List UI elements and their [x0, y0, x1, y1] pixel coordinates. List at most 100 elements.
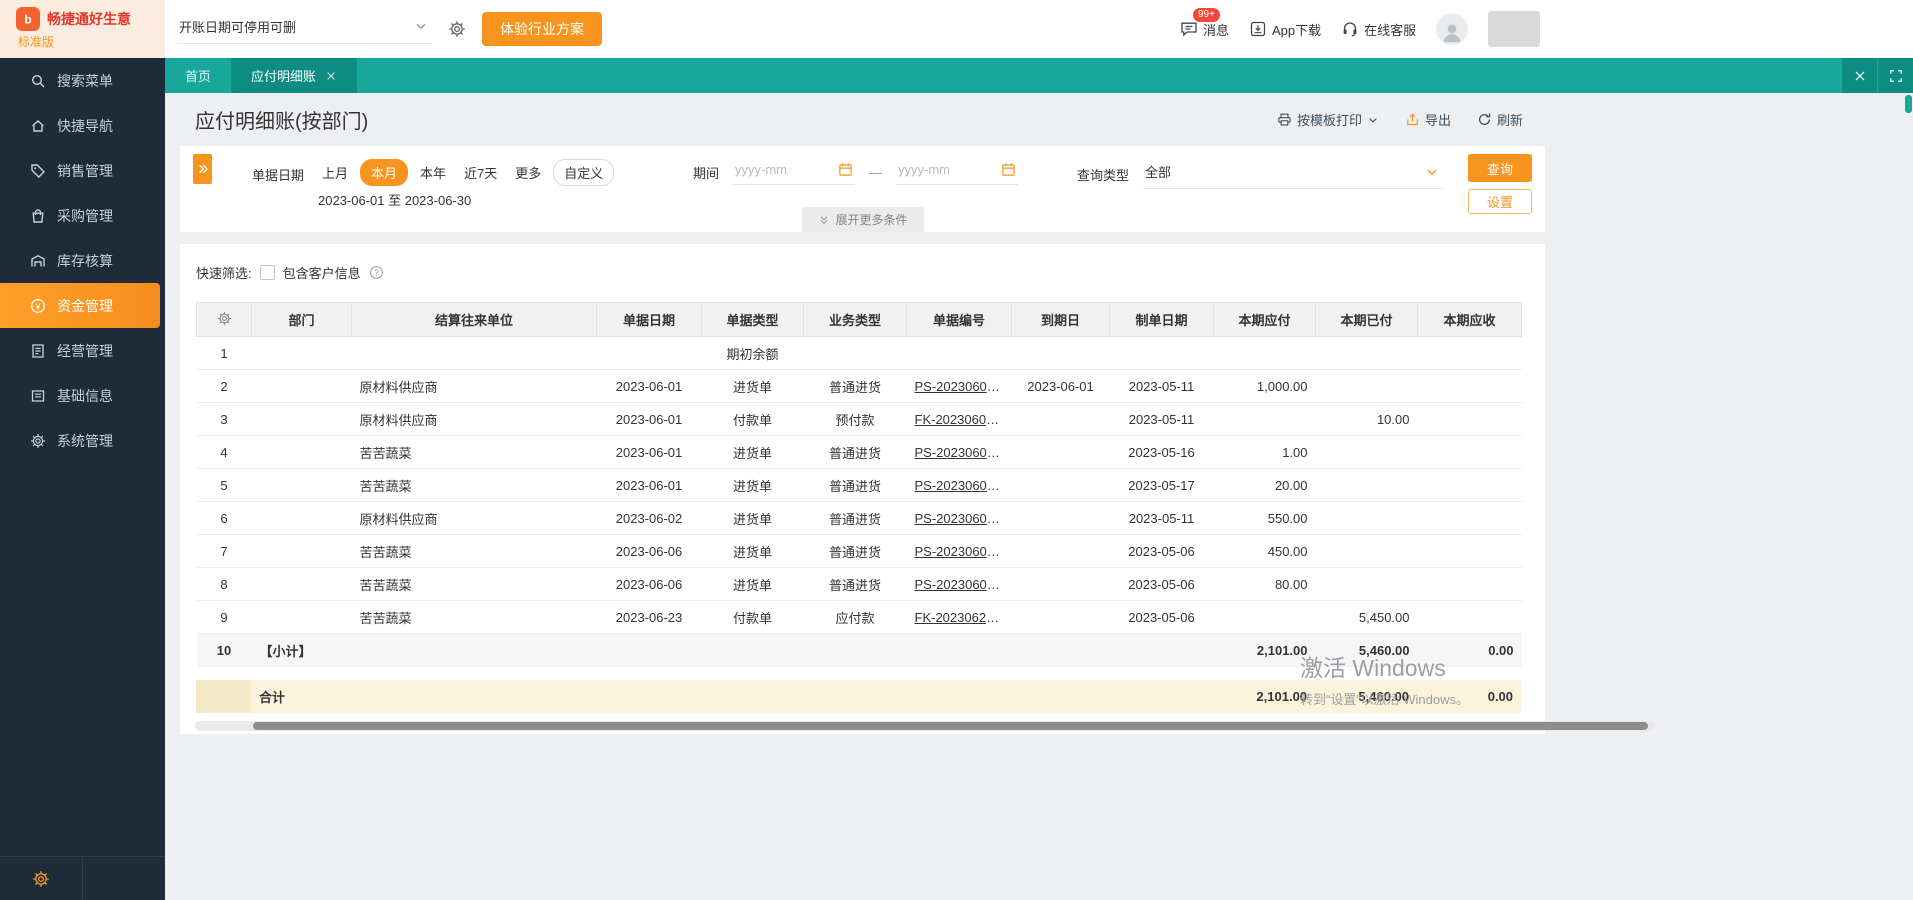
- settings-button[interactable]: 设置: [1468, 189, 1532, 214]
- cell-vendor: [351, 633, 597, 667]
- expand-more-button[interactable]: 展开更多条件: [801, 207, 924, 232]
- table-row[interactable]: 6 原材料供应商 2023-06-02 进货单 普通进货 PS-20230602-0 202…: [196, 501, 1522, 535]
- period-to-input[interactable]: [896, 160, 1019, 185]
- vertical-scrollbar-thumb[interactable]: [1905, 95, 1912, 113]
- sidebar-item-funds[interactable]: ¥ 资金管理: [0, 283, 160, 328]
- cell-due_date: [1011, 600, 1110, 634]
- date-option[interactable]: 本月: [360, 159, 409, 186]
- sidebar: 搜索菜单 快捷导航 销售管理 采购管理 库存核算 ¥ 资金管理 经营管理基础信息系统管理: [0, 58, 165, 900]
- sidebar-item-search-menu[interactable]: 搜索菜单: [0, 58, 165, 103]
- cell-receivable: [1417, 600, 1522, 634]
- doc-number-link[interactable]: FK-20230601-0: [915, 412, 1005, 427]
- table-row[interactable]: 9 苦苦蔬菜 2023-06-23 付款单 应付款 FK-20230623-0 2023-0…: [196, 600, 1522, 634]
- sidebar-item-system[interactable]: 系统管理: [0, 418, 165, 463]
- calendar-icon[interactable]: [1001, 162, 1016, 177]
- doc-number-link[interactable]: PS-20230602-0: [915, 511, 1006, 526]
- total-spacer: [351, 680, 1214, 713]
- close-all-tabs-button[interactable]: [1842, 58, 1877, 93]
- horizontal-scrollbar[interactable]: [195, 721, 1655, 731]
- column-header[interactable]: 部门: [251, 302, 352, 337]
- cell-no: 5: [196, 468, 252, 502]
- column-header[interactable]: 本期应付: [1213, 302, 1316, 337]
- calendar-icon[interactable]: [838, 162, 853, 177]
- date-option[interactable]: 近7天: [458, 159, 503, 186]
- cell-vendor: 苦苦蔬菜: [351, 600, 597, 634]
- avatar[interactable]: [1436, 13, 1469, 45]
- doc-number-link[interactable]: PS-20230606-0: [915, 544, 1006, 559]
- sidebar-item-label: 基础信息: [57, 387, 113, 404]
- sidebar-settings-button[interactable]: [0, 857, 82, 900]
- table-row[interactable]: 1 期初余额: [196, 336, 1522, 370]
- messages-button[interactable]: 99+ 消息: [1180, 7, 1229, 39]
- sidebar-item-operations[interactable]: 经营管理: [0, 328, 165, 373]
- report-icon: [30, 343, 46, 359]
- sidebar-item-quick-nav[interactable]: 快捷导航: [0, 103, 165, 148]
- period-from-input[interactable]: [733, 160, 856, 185]
- refresh-button[interactable]: 刷新: [1477, 110, 1523, 129]
- table-row[interactable]: 7 苦苦蔬菜 2023-06-06 进货单 普通进货 PS-20230606-0 2023-…: [196, 534, 1522, 568]
- close-tab-icon[interactable]: [325, 70, 337, 82]
- query-type-select[interactable]: 全部: [1143, 160, 1444, 189]
- headset-icon: [1341, 20, 1359, 38]
- sidebar-item-purchase[interactable]: 采购管理: [0, 193, 165, 238]
- doc-number-link[interactable]: FK-20230623-0: [915, 610, 1005, 625]
- period-to-field[interactable]: [898, 162, 985, 177]
- print-label: 按模板打印: [1297, 113, 1363, 128]
- date-option[interactable]: 本年: [414, 159, 452, 186]
- sidebar-item-sales[interactable]: 销售管理: [0, 148, 165, 193]
- app-download-icon: [1249, 20, 1267, 38]
- app-download-button[interactable]: App下载: [1249, 20, 1321, 39]
- column-header[interactable]: 本期应收: [1417, 302, 1522, 337]
- sidebar-item-base-info[interactable]: 基础信息: [0, 373, 165, 418]
- column-header[interactable]: 单据类型: [701, 302, 804, 337]
- table-row[interactable]: 2 原材料供应商 2023-06-01 进货单 普通进货 PS-20230601-0 202…: [196, 369, 1522, 403]
- include-customer-checkbox[interactable]: [259, 264, 275, 280]
- export-button[interactable]: 导出: [1405, 110, 1451, 129]
- search-button[interactable]: 查询: [1468, 154, 1532, 182]
- table-row[interactable]: 4 苦苦蔬菜 2023-06-01 进货单 普通进货 PS-20230601-0 2023-…: [196, 435, 1522, 469]
- column-settings-header[interactable]: [196, 302, 252, 337]
- industry-solution-button[interactable]: 体验行业方案: [482, 12, 602, 46]
- collapse-filter-button[interactable]: [193, 154, 212, 184]
- ledger-table: 部门 结算往来单位 单据日期 单据类型 业务类型 单据编号 到期日 制单日期 本期应付 本期已付本…: [196, 302, 1522, 667]
- settings-gear-icon[interactable]: [448, 20, 466, 38]
- cell-dept: [251, 402, 352, 436]
- cell-paid: [1315, 369, 1418, 403]
- cell-no: 6: [196, 501, 252, 535]
- column-header[interactable]: 单据编号: [906, 302, 1012, 337]
- table-row[interactable]: 8 苦苦蔬菜 2023-06-06 进货单 普通进货 PS-20230606-0 2023-…: [196, 567, 1522, 601]
- announcement-button[interactable]: [83, 857, 165, 900]
- print-by-template-button[interactable]: 按模板打印: [1277, 110, 1379, 129]
- tab-home[interactable]: 首页: [165, 58, 231, 93]
- double-chevron-down-icon: [817, 214, 829, 226]
- date-option[interactable]: 更多: [509, 159, 547, 186]
- cell-no: 10: [196, 633, 252, 667]
- sidebar-item-inventory[interactable]: 库存核算: [0, 238, 165, 283]
- column-header[interactable]: 单据日期: [596, 302, 702, 337]
- cell-due_date: [1011, 468, 1110, 502]
- doc-number-link[interactable]: PS-20230601-0: [915, 379, 1006, 394]
- column-header[interactable]: 结算往来单位: [351, 302, 597, 337]
- doc-number-link[interactable]: PS-20230601-0: [915, 478, 1006, 493]
- table-row[interactable]: 3 原材料供应商 2023-06-01 付款单 预付款 FK-20230601-0 2023…: [196, 402, 1522, 436]
- search-icon: [30, 73, 46, 89]
- period-from-field[interactable]: [735, 162, 822, 177]
- account-book-select[interactable]: 开账日期可停用可删: [177, 15, 432, 44]
- column-header[interactable]: 到期日: [1011, 302, 1110, 337]
- horizontal-scrollbar-thumb[interactable]: [253, 722, 1648, 730]
- tab-payable-ledger[interactable]: 应付明细账: [231, 58, 358, 93]
- doc-number-link[interactable]: PS-20230601-0: [915, 445, 1006, 460]
- cell-doc_no: [906, 633, 1012, 667]
- online-support-button[interactable]: 在线客服: [1341, 20, 1416, 39]
- column-header[interactable]: 本期已付: [1315, 302, 1418, 337]
- double-chevron-right-icon: [197, 163, 209, 175]
- table-row[interactable]: 5 苦苦蔬菜 2023-06-01 进货单 普通进货 PS-20230601-0 2023-…: [196, 468, 1522, 502]
- date-option[interactable]: 自定义: [553, 159, 615, 186]
- column-header[interactable]: 制单日期: [1109, 302, 1214, 337]
- subtotal-row[interactable]: 10 【小计】 2,101.00 5,460.00 0.00: [196, 633, 1522, 667]
- cell-receivable: [1417, 501, 1522, 535]
- column-header[interactable]: 业务类型: [803, 302, 907, 337]
- doc-number-link[interactable]: PS-20230606-0: [915, 577, 1006, 592]
- fullscreen-button[interactable]: [1878, 58, 1913, 93]
- date-option[interactable]: 上月: [316, 159, 354, 186]
